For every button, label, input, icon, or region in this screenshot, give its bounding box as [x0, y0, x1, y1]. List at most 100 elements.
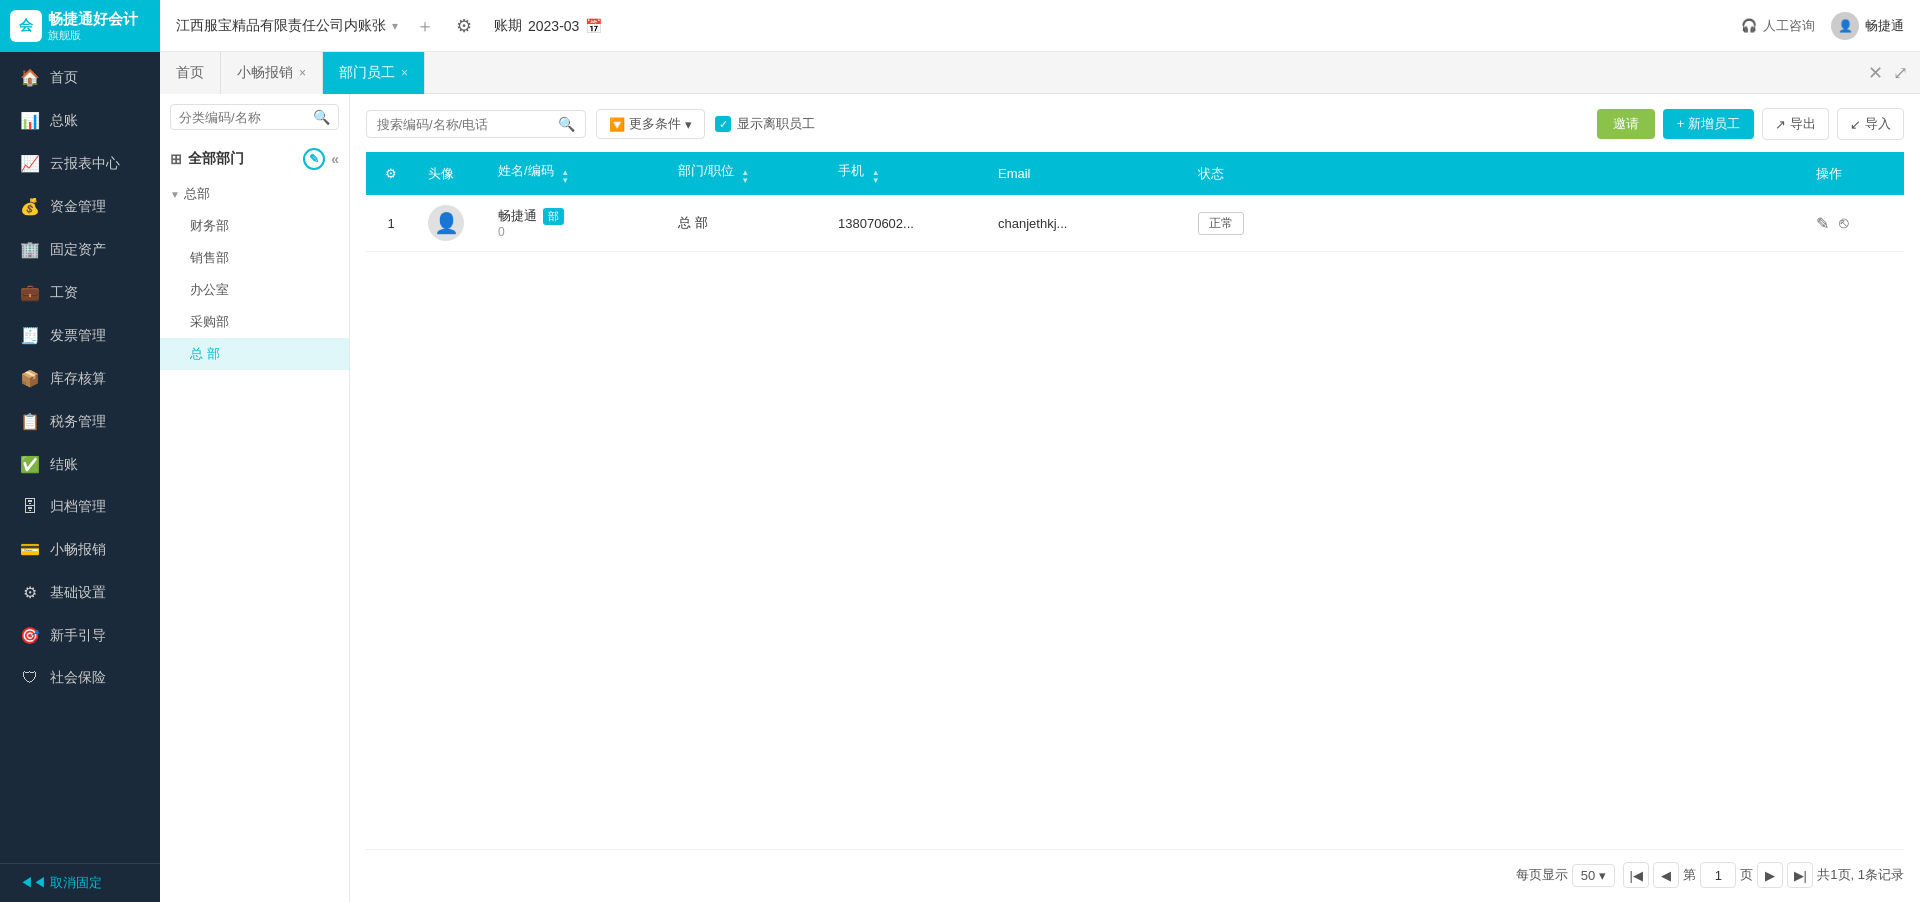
tab-close-icon[interactable]: × [401, 66, 408, 80]
dept-search-input[interactable] [179, 110, 307, 125]
employee-search-icon[interactable]: 🔍 [558, 116, 575, 132]
row-dept: 总 部 [666, 195, 826, 252]
row-index: 1 [366, 195, 416, 252]
dept-search-box[interactable]: 🔍 [170, 104, 339, 130]
sidebar-icon: 💰 [20, 197, 40, 216]
employee-avatar: 👤 [428, 205, 464, 241]
add-employee-button[interactable]: + 新增员工 [1663, 109, 1754, 139]
avatar: 👤 [1831, 12, 1859, 40]
employee-data-table: ⚙ 头像 姓名/编码 ▲▼ 部门/职位 ▲▼ 手机 ▲▼ Email 状态 操作… [366, 152, 1904, 252]
sidebar-item-资金管理[interactable]: 💰 资金管理 [0, 185, 160, 228]
page-size-dropdown[interactable]: 50 ▾ [1572, 864, 1615, 887]
employee-search-box[interactable]: 🔍 [366, 110, 586, 138]
import-button[interactable]: ↙ 导入 [1837, 108, 1904, 140]
dept-node-采购部[interactable]: 采购部 [160, 306, 349, 338]
period-selector[interactable]: 账期 2023-03 📅 [494, 17, 602, 35]
sidebar-icon: 📋 [20, 412, 40, 431]
username-label: 畅捷通 [1865, 17, 1904, 35]
tab-close-icon[interactable]: × [299, 66, 306, 80]
last-page-button[interactable]: ▶| [1787, 862, 1813, 888]
export-icon: ↗ [1775, 117, 1786, 132]
tab-首页[interactable]: 首页 [160, 52, 221, 94]
sidebar-icon: 🛡 [20, 669, 40, 687]
employee-name: 畅捷通 [498, 207, 537, 225]
settings-icon[interactable]: ⚙ [452, 15, 476, 37]
employee-search-input[interactable] [377, 117, 552, 132]
sidebar-item-库存核算[interactable]: 📦库存核算 [0, 357, 160, 400]
sidebar-item-社会保险[interactable]: 🛡 社会保险 [0, 657, 160, 699]
sidebar-item-新手引导[interactable]: 🎯新手引导 [0, 614, 160, 657]
sidebar-icon: 📦 [20, 369, 40, 388]
dept-search-icon[interactable]: 🔍 [313, 109, 330, 125]
sidebar-item-小畅报销[interactable]: 💳小畅报销 [0, 528, 160, 571]
col-name[interactable]: 姓名/编码 ▲▼ [486, 152, 666, 195]
close-window-icon[interactable]: ✕ [1868, 62, 1883, 84]
row-status: 正常 [1186, 195, 1804, 252]
show-resigned-toggle[interactable]: ✓ 显示离职员工 [715, 115, 815, 133]
tab-部门员工[interactable]: 部门员工 × [323, 52, 425, 94]
next-page-button[interactable]: ▶ [1757, 862, 1783, 888]
prev-page-button[interactable]: ◀ [1653, 862, 1679, 888]
sidebar-item-label: 首页 [50, 69, 78, 87]
dept-node-总部[interactable]: ▼ 总部 [160, 178, 349, 210]
dept-node-财务部[interactable]: 财务部 [160, 210, 349, 242]
period-value: 2023-03 [528, 18, 579, 34]
show-resigned-checkbox[interactable]: ✓ [715, 116, 731, 132]
dept-arrow-icon: ▼ [170, 189, 180, 200]
sidebar-item-总账[interactable]: 📊 总账 [0, 99, 160, 142]
sidebar-item-工资[interactable]: 💼工资 [0, 271, 160, 314]
dept-node-总 部[interactable]: 总 部 [160, 338, 349, 370]
sidebar-item-税务管理[interactable]: 📋 税务管理 [0, 400, 160, 443]
sidebar-icon: 📊 [20, 111, 40, 130]
dept-node-销售部[interactable]: 销售部 [160, 242, 349, 274]
app-logo-icon: 会 [10, 10, 42, 42]
col-phone[interactable]: 手机 ▲▼ [826, 152, 986, 195]
filter-button[interactable]: 🔽 更多条件 ▾ [596, 109, 705, 139]
add-dept-button[interactable]: ✎ [303, 148, 325, 170]
sidebar-item-label: 固定资产 [50, 241, 106, 259]
sidebar-item-归档管理[interactable]: 🗄 归档管理 [0, 486, 160, 528]
sidebar-item-label: 社会保险 [50, 669, 106, 687]
page-size-selector[interactable]: 每页显示 50 ▾ [1516, 864, 1615, 887]
sidebar-item-label: 云报表中心 [50, 155, 120, 173]
sidebar-item-云报表中心[interactable]: 📈云报表中心 [0, 142, 160, 185]
export-button[interactable]: ↗ 导出 [1762, 108, 1829, 140]
employee-toolbar: 🔍 🔽 更多条件 ▾ ✓ 显示离职员工 邀请 + 新增员工 ↗ 导出 [366, 108, 1904, 140]
delete-button[interactable]: ⎋ [1839, 214, 1849, 232]
col-avatar: 头像 [416, 152, 486, 195]
company-name: 江西服宝精品有限责任公司内账张 [176, 17, 386, 35]
tab-小畅报销[interactable]: 小畅报销 × [221, 52, 323, 94]
user-menu[interactable]: 👤 畅捷通 [1831, 12, 1904, 40]
company-selector[interactable]: 江西服宝精品有限责任公司内账张 ▾ [176, 17, 398, 35]
cancel-fixed-button[interactable]: ◀◀ 取消固定 [0, 863, 160, 902]
sidebar: 会 畅捷通好会计 旗舰版 🏠首页📊总账📈云报表中心💰资金管理🏢固定资产💼工资🧾发… [0, 0, 160, 902]
sidebar-item-label: 总账 [50, 112, 78, 130]
sidebar-item-label: 归档管理 [50, 498, 106, 516]
first-page-button[interactable]: |◀ [1623, 862, 1649, 888]
topbar-right: 🎧 人工咨询 👤 畅捷通 [1741, 12, 1904, 40]
row-phone: 138070602... [826, 195, 986, 252]
sidebar-item-首页[interactable]: 🏠首页 [0, 56, 160, 99]
sidebar-item-结账[interactable]: ✅结账 [0, 443, 160, 486]
sidebar-icon: 🗄 [20, 498, 40, 516]
sidebar-item-label: 资金管理 [50, 198, 106, 216]
current-page-input[interactable] [1700, 862, 1736, 888]
sidebar-item-基础设置[interactable]: ⚙基础设置 [0, 571, 160, 614]
service-button[interactable]: 🎧 人工咨询 [1741, 17, 1815, 35]
col-settings[interactable]: ⚙ [366, 152, 416, 195]
add-company-button[interactable]: ＋ [408, 14, 442, 38]
maximize-icon[interactable]: ⤢ [1893, 62, 1908, 84]
col-status: 状态 [1186, 152, 1804, 195]
sidebar-item-发票管理[interactable]: 🧾发票管理 [0, 314, 160, 357]
sidebar-icon: 🏢 [20, 240, 40, 259]
tab-label: 部门员工 [339, 64, 395, 82]
edit-button[interactable]: ✎ [1816, 214, 1829, 233]
collapse-icon[interactable]: « [331, 151, 339, 167]
sidebar-item-固定资产[interactable]: 🏢 固定资产 [0, 228, 160, 271]
company-dropdown-icon: ▾ [392, 19, 398, 33]
invite-button[interactable]: 邀请 [1597, 109, 1655, 139]
content-area: 🔍 ⊞ 全部部门 ✎ « ▼ 总部财务部销售部办公室采购部总 部 🔍 [160, 94, 1920, 902]
dept-node-办公室[interactable]: 办公室 [160, 274, 349, 306]
col-dept[interactable]: 部门/职位 ▲▼ [666, 152, 826, 195]
sidebar-item-label: 税务管理 [50, 413, 106, 431]
